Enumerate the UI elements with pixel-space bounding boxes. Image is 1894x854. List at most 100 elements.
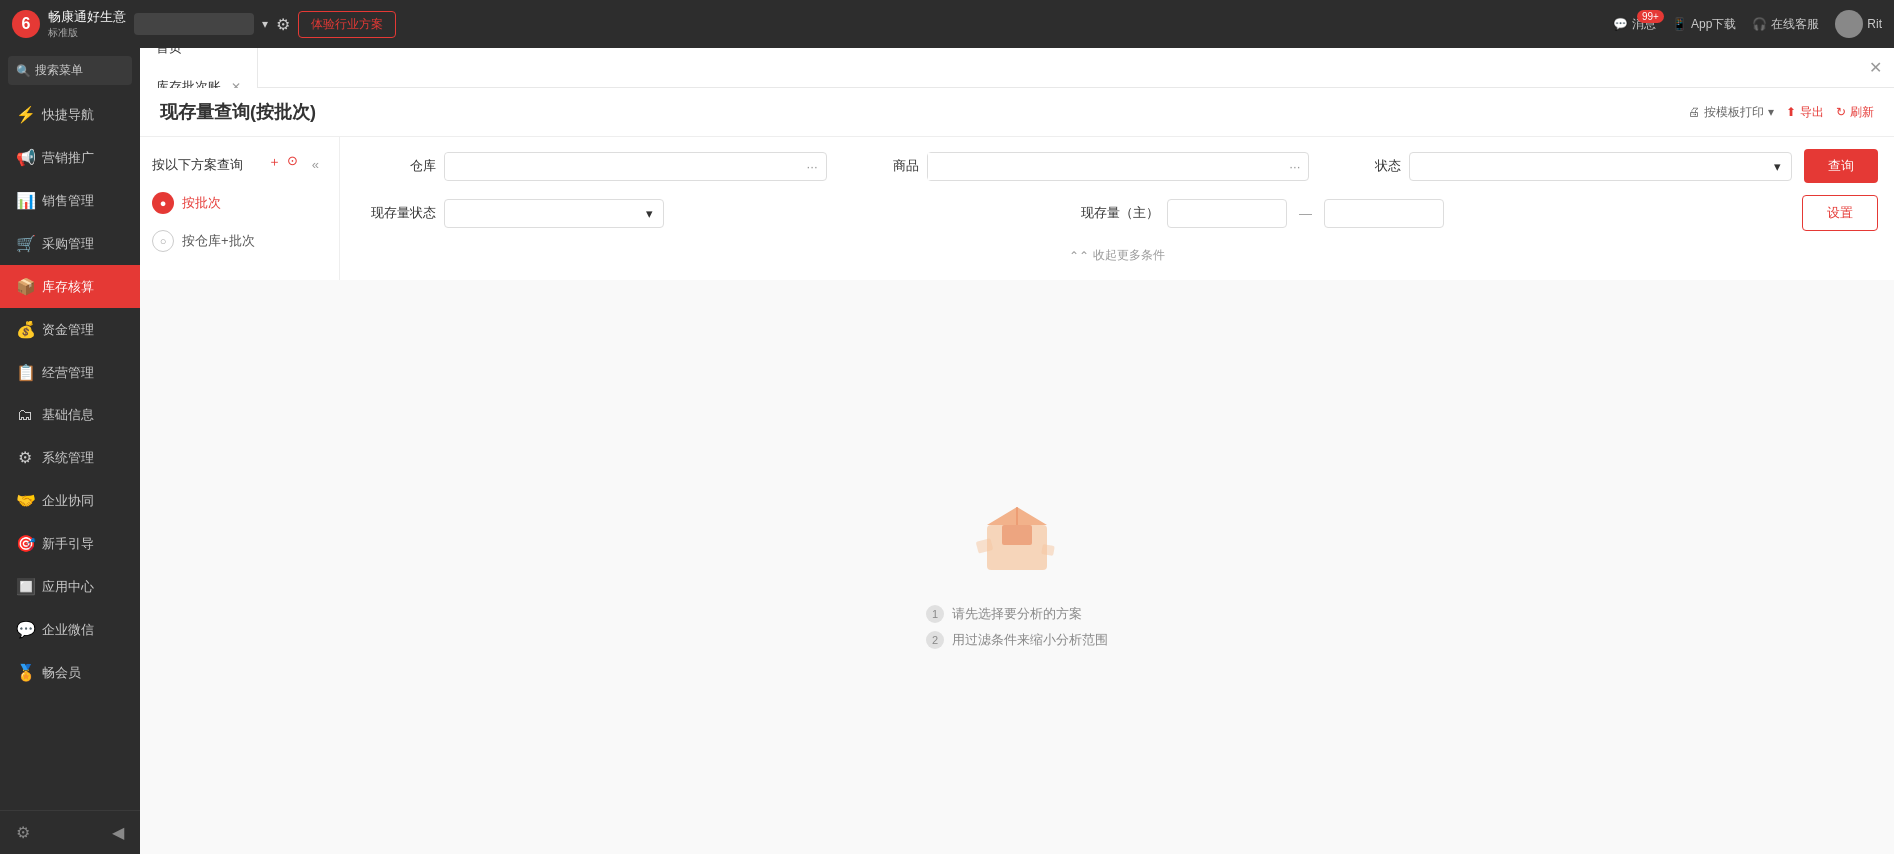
status-select[interactable]: ▾ — [1409, 152, 1792, 181]
sidebar: 🔍 搜索菜单 ⚡ 快捷导航 📢 营销推广 📊 销售管理 🛒 采购管理 📦 库存核… — [0, 48, 140, 854]
add-scheme-icon[interactable]: ＋ — [268, 153, 281, 176]
sidebar-item-system[interactable]: ⚙ 系统管理 — [0, 436, 140, 479]
sidebar-item-wechat[interactable]: 💬 企业微信 — [0, 608, 140, 651]
query-button[interactable]: 查询 — [1804, 149, 1878, 183]
top-search-input[interactable] — [134, 13, 254, 35]
sidebar-item-inventory[interactable]: 📦 库存核算 — [0, 265, 140, 308]
app-download-item[interactable]: 📱 App下载 — [1672, 16, 1736, 33]
sidebar-icon-system: ⚙ — [16, 448, 34, 467]
close-all-tabs-icon[interactable]: ✕ — [1869, 58, 1882, 77]
sidebar-item-sales[interactable]: 📊 销售管理 — [0, 179, 140, 222]
sidebar-items: ⚡ 快捷导航 📢 营销推广 📊 销售管理 🛒 采购管理 📦 库存核算 💰 资金管… — [0, 93, 140, 694]
filter-title-text: 按以下方案查询 — [152, 156, 243, 174]
collapse-conditions[interactable]: ⌃⌃ 收起更多条件 — [356, 243, 1878, 268]
content-main: 1 请先选择要分析的方案 2 用过滤条件来缩小分析范围 — [140, 280, 1894, 854]
empty-hint-2: 2 用过滤条件来缩小分析范围 — [926, 631, 1108, 649]
tab-home[interactable]: 首页 — [140, 48, 258, 68]
print-label: 按模板打印 — [1704, 104, 1764, 121]
warehouse-input[interactable] — [445, 153, 799, 180]
gear-icon[interactable]: ⚙ — [276, 15, 290, 34]
sidebar-label-quick-nav: 快捷导航 — [42, 106, 94, 124]
filter-sidebar-actions: ＋ ⊙ « — [268, 153, 327, 176]
content: 首页库存批次账✕ ✕ 现存量查询(按批次) 🖨 按模板打印 ▾ ⬆ 导出 ↻ 刷… — [140, 48, 1894, 854]
hint-text-1: 请先选择要分析的方案 — [952, 605, 1082, 623]
sidebar-search[interactable]: 🔍 搜索菜单 — [8, 56, 132, 85]
print-dropdown-icon[interactable]: ▾ — [1768, 105, 1774, 119]
sidebar-item-enterprise[interactable]: 🤝 企业协同 — [0, 479, 140, 522]
dropdown-button[interactable]: ▾ — [262, 17, 268, 31]
svg-rect-5 — [1041, 544, 1055, 556]
stock-qty-field: 现存量（主） — — [1079, 199, 1790, 228]
stock-status-select[interactable]: ▾ — [444, 199, 664, 228]
warehouse-field: 仓库 ··· — [356, 152, 827, 181]
sidebar-label-inventory: 库存核算 — [42, 278, 94, 296]
product-more-btn[interactable]: ··· — [1281, 153, 1308, 180]
sidebar-icon-quick-nav: ⚡ — [16, 105, 34, 124]
sidebar-item-member[interactable]: 🏅 畅会员 — [0, 651, 140, 694]
sidebar-search-label: 搜索菜单 — [35, 62, 83, 79]
filter-actions: 查询 — [1804, 149, 1878, 183]
status-field: 状态 ▾ — [1321, 152, 1792, 181]
message-item[interactable]: 💬 消息 99+ — [1613, 16, 1656, 33]
sidebar-label-sales: 销售管理 — [42, 192, 94, 210]
sidebar-item-apps[interactable]: 🔲 应用中心 — [0, 565, 140, 608]
stock-qty-dash: — — [1295, 206, 1316, 221]
sidebar-label-basic: 基础信息 — [42, 406, 94, 424]
warehouse-label: 仓库 — [356, 157, 436, 175]
print-btn[interactable]: 🖨 按模板打印 ▾ — [1688, 104, 1774, 121]
collapse-sidebar-icon[interactable]: ◀ — [108, 819, 128, 846]
sidebar-item-quick-nav[interactable]: ⚡ 快捷导航 — [0, 93, 140, 136]
print-icon: 🖨 — [1688, 105, 1700, 119]
brand-tag: 标准版 — [48, 26, 126, 40]
sidebar-label-newbie: 新手引导 — [42, 535, 94, 553]
stock-qty-from[interactable] — [1167, 199, 1287, 228]
refresh-btn[interactable]: ↻ 刷新 — [1836, 104, 1874, 121]
phone-icon: 📱 — [1672, 17, 1687, 31]
tabbar: 首页库存批次账✕ ✕ — [140, 48, 1894, 88]
topbar-right: 💬 消息 99+ 📱 App下载 🎧 在线客服 Rit — [1613, 10, 1882, 38]
warehouse-more-btn[interactable]: ··· — [799, 153, 826, 180]
sidebar-label-enterprise: 企业协同 — [42, 492, 94, 510]
status-dropdown-icon: ▾ — [1774, 159, 1781, 174]
scheme-settings-icon[interactable]: ⊙ — [287, 153, 298, 176]
product-input-wrapper: ··· — [927, 152, 1310, 181]
sidebar-item-purchase[interactable]: 🛒 采购管理 — [0, 222, 140, 265]
experience-btn[interactable]: 体验行业方案 — [298, 11, 396, 38]
scheme-icon-by-warehouse-batch: ○ — [152, 230, 174, 252]
export-btn[interactable]: ⬆ 导出 — [1786, 104, 1824, 121]
stock-status-label: 现存量状态 — [356, 204, 436, 222]
avatar — [1835, 10, 1863, 38]
sidebar-label-business: 经营管理 — [42, 364, 94, 382]
sidebar-icon-finance: 💰 — [16, 320, 34, 339]
page-actions: 🖨 按模板打印 ▾ ⬆ 导出 ↻ 刷新 — [1688, 104, 1874, 121]
sidebar-icon-marketing: 📢 — [16, 148, 34, 167]
online-service-item[interactable]: 🎧 在线客服 — [1752, 16, 1819, 33]
user-item[interactable]: Rit — [1835, 10, 1882, 38]
sidebar-item-newbie[interactable]: 🎯 新手引导 — [0, 522, 140, 565]
settings-button[interactable]: 设置 — [1802, 195, 1878, 231]
filter-row-2: 现存量状态 ▾ 现存量（主） — — [356, 195, 1878, 231]
stock-status-field: 现存量状态 ▾ — [356, 199, 1067, 228]
topbar-left: 6 畅康通好生意 标准版 ▾ ⚙ 体验行业方案 — [12, 8, 396, 40]
sidebar-icon-newbie: 🎯 — [16, 534, 34, 553]
filter-scheme-by-warehouse-batch[interactable]: ○ 按仓库+批次 — [140, 222, 339, 260]
filter-sidebar: 按以下方案查询 ＋ ⊙ « ● 按批次 ○ 按仓库+批次 — [140, 137, 340, 280]
product-input[interactable] — [928, 153, 1282, 180]
sidebar-item-business[interactable]: 📋 经营管理 — [0, 351, 140, 394]
sidebar-label-finance: 资金管理 — [42, 321, 94, 339]
sidebar-item-finance[interactable]: 💰 资金管理 — [0, 308, 140, 351]
sidebar-item-basic[interactable]: 🗂 基础信息 — [0, 394, 140, 436]
scheme-label-by-warehouse-batch: 按仓库+批次 — [182, 232, 255, 250]
sidebar-item-marketing[interactable]: 📢 营销推广 — [0, 136, 140, 179]
filter-panel: 按以下方案查询 ＋ ⊙ « ● 按批次 ○ 按仓库+批次 仓库 — [140, 137, 1894, 280]
message-icon: 💬 — [1613, 17, 1628, 31]
settings-icon[interactable]: ⚙ — [12, 819, 34, 846]
filter-collapse-icon[interactable]: « — [304, 153, 327, 176]
filter-scheme-by-batch[interactable]: ● 按批次 — [140, 184, 339, 222]
brand-name: 畅康通好生意 — [48, 8, 126, 26]
hint-num-2: 2 — [926, 631, 944, 649]
collapse-text: 收起更多条件 — [1093, 247, 1165, 264]
sidebar-icon-basic: 🗂 — [16, 406, 34, 424]
sidebar-icon-inventory: 📦 — [16, 277, 34, 296]
stock-qty-to[interactable] — [1324, 199, 1444, 228]
